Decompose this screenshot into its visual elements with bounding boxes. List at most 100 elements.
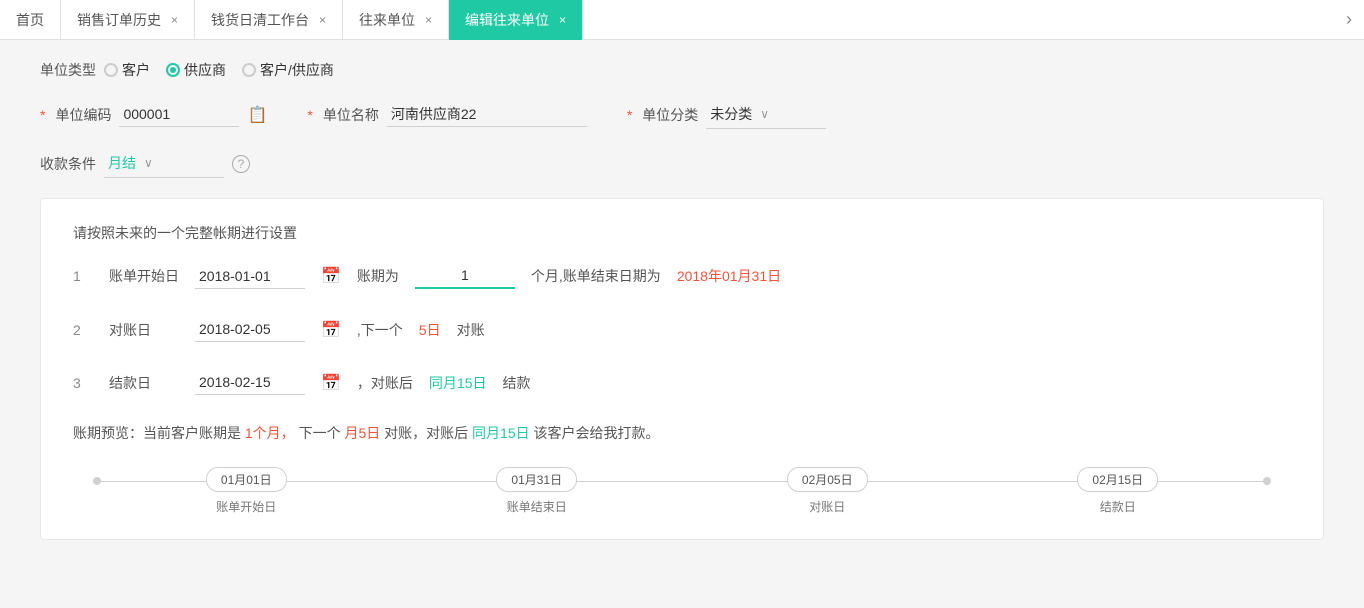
preview-text: 账期预览：当前客户账期是 1个月， 下一个 月5日 对账，对账后 同月15日 该… xyxy=(73,423,1291,443)
tab-sales-history-label: 销售订单历史 xyxy=(77,10,161,30)
tab-partner-units[interactable]: 往来单位 × xyxy=(343,0,449,40)
row2-cal-icon[interactable]: 📅 xyxy=(321,320,341,340)
timeline-node-1-label: 01月01日 xyxy=(206,467,287,492)
tab-edit-partner-label: 编辑往来单位 xyxy=(465,10,549,30)
row1-desc-suffix: 个月,账单结束日期为 xyxy=(531,266,661,286)
row1-cal-icon[interactable]: 📅 xyxy=(321,266,341,286)
row2-desc-prefix: ,下一个 xyxy=(357,320,403,340)
row3-cal-icon[interactable]: 📅 xyxy=(321,373,341,393)
radio-customer-label: 客户 xyxy=(122,60,150,80)
row-reconciliation: 2 对账日 📅 ,下一个 5日 对账 xyxy=(73,317,1291,342)
unit-type-label: 单位类型 xyxy=(40,60,96,80)
payment-terms-arrow: ∨ xyxy=(144,156,153,170)
preview-day-prefix: 下一个 xyxy=(299,425,341,441)
unit-name-group: * 单位名称 xyxy=(307,102,586,127)
row2-highlight: 5日 xyxy=(419,320,441,340)
timeline-node-1-sub: 账单开始日 xyxy=(216,498,276,515)
unit-type-group: 单位类型 客户 供应商 客户/供应商 xyxy=(40,60,334,80)
preview-month: 1个月， xyxy=(245,425,295,441)
tab-home-label: 首页 xyxy=(16,10,44,30)
help-icon[interactable]: ? xyxy=(232,155,250,173)
row2-label: 对账日 xyxy=(109,320,179,340)
payment-terms-select[interactable]: 月结 ∨ xyxy=(104,149,224,178)
unit-type-row: 单位类型 客户 供应商 客户/供应商 xyxy=(40,60,1324,80)
preview-prefix: 账期预览：当前客户账期是 xyxy=(73,425,241,441)
unit-category-select[interactable]: 未分类 ∨ xyxy=(706,100,826,129)
row2-num: 2 xyxy=(73,322,93,338)
row3-desc-prefix: ，对账后 xyxy=(357,373,413,393)
code-name-category-row: * 单位编码 📋 * 单位名称 * 单位分类 未分类 ∨ xyxy=(40,100,1324,129)
row3-highlight: 同月15日 xyxy=(429,373,487,393)
unit-code-label: 单位编码 xyxy=(55,105,111,125)
row1-desc-prefix: 账期为 xyxy=(357,266,399,286)
timeline-node-3: 02月05日 对账日 xyxy=(787,467,868,515)
timeline: 01月01日 账单开始日 01月31日 账单结束日 02月05日 对账日 xyxy=(73,467,1291,515)
unit-code-icon[interactable]: 📋 xyxy=(247,105,267,125)
unit-code-required: * xyxy=(40,107,45,123)
timeline-node-4-sub: 结款日 xyxy=(1100,498,1136,515)
payment-terms-group: 收款条件 月结 ∨ ? xyxy=(40,149,250,178)
unit-code-group: * 单位编码 📋 xyxy=(40,102,267,127)
tab-cash-workbench-label: 钱货日清工作台 xyxy=(211,10,309,30)
radio-supplier[interactable]: 供应商 xyxy=(166,60,226,80)
tab-edit-partner-close[interactable]: × xyxy=(559,13,566,27)
radio-both-label: 客户/供应商 xyxy=(260,60,334,80)
tab-partner-units-label: 往来单位 xyxy=(359,10,415,30)
unit-type-radio-group: 客户 供应商 客户/供应商 xyxy=(104,60,334,80)
tab-edit-partner[interactable]: 编辑往来单位 × xyxy=(449,0,583,40)
tab-cash-workbench-close[interactable]: × xyxy=(319,13,326,27)
row3-num: 3 xyxy=(73,375,93,391)
timeline-node-2: 01月31日 账单结束日 xyxy=(496,467,577,515)
timeline-node-2-sub: 账单结束日 xyxy=(507,498,567,515)
timeline-node-3-sub: 对账日 xyxy=(809,498,845,515)
row-account-start: 1 账单开始日 📅 账期为 个月,账单结束日期为 2018年01月31日 xyxy=(73,263,1291,289)
unit-category-required: * xyxy=(627,107,632,123)
tabs-bar: 首页 销售订单历史 × 钱货日清工作台 × 往来单位 × 编辑往来单位 × › xyxy=(0,0,1364,40)
row1-date-input[interactable] xyxy=(195,264,305,289)
panel-hint: 请按照未来的一个完整帐期进行设置 xyxy=(73,223,1291,243)
tab-partner-units-close[interactable]: × xyxy=(425,13,432,27)
row2-desc-suffix: 对账 xyxy=(457,320,485,340)
tab-home[interactable]: 首页 xyxy=(0,0,61,40)
preview-payment: 同月15日 xyxy=(472,425,530,441)
radio-both[interactable]: 客户/供应商 xyxy=(242,60,334,80)
preview-day: 月5日 xyxy=(344,425,380,441)
period-input[interactable] xyxy=(415,263,515,289)
timeline-node-4-label: 02月15日 xyxy=(1077,467,1158,492)
row-payment: 3 结款日 📅 ，对账后 同月15日 结款 xyxy=(73,370,1291,395)
row1-highlight-date: 2018年01月31日 xyxy=(677,266,781,286)
radio-both-circle xyxy=(242,63,256,77)
radio-supplier-circle xyxy=(166,63,180,77)
timeline-track: 01月01日 账单开始日 01月31日 账单结束日 02月05日 对账日 xyxy=(93,467,1271,515)
tabs-more-button[interactable]: › xyxy=(1334,9,1364,30)
timeline-node-1: 01月01日 账单开始日 xyxy=(206,467,287,515)
unit-code-input[interactable] xyxy=(119,102,239,127)
payment-terms-row: 收款条件 月结 ∨ ? xyxy=(40,149,1324,178)
unit-category-value: 未分类 xyxy=(710,104,752,124)
row3-label: 结款日 xyxy=(109,373,179,393)
row3-date-input[interactable] xyxy=(195,370,305,395)
timeline-end-dot xyxy=(1263,477,1271,485)
row1-label: 账单开始日 xyxy=(109,266,179,286)
unit-category-arrow: ∨ xyxy=(760,107,769,121)
unit-name-label: 单位名称 xyxy=(323,105,379,125)
unit-name-input[interactable] xyxy=(387,102,587,127)
timeline-start-dot xyxy=(93,477,101,485)
row2-date-input[interactable] xyxy=(195,317,305,342)
row3-desc-suffix: 结款 xyxy=(503,373,531,393)
unit-category-label: 单位分类 xyxy=(642,105,698,125)
preview-suffix: 该客户会给我打款。 xyxy=(534,425,660,441)
tab-sales-history-close[interactable]: × xyxy=(171,13,178,27)
timeline-node-2-label: 01月31日 xyxy=(496,467,577,492)
unit-category-group: * 单位分类 未分类 ∨ xyxy=(627,100,826,129)
unit-name-required: * xyxy=(307,107,312,123)
main-content: 单位类型 客户 供应商 客户/供应商 * 单位编码 xyxy=(0,40,1364,608)
tab-cash-workbench[interactable]: 钱货日清工作台 × xyxy=(195,0,343,40)
settings-panel: 请按照未来的一个完整帐期进行设置 1 账单开始日 📅 账期为 个月,账单结束日期… xyxy=(40,198,1324,540)
radio-supplier-label: 供应商 xyxy=(184,60,226,80)
preview-mid: 对账，对账后 xyxy=(384,425,472,441)
tab-sales-history[interactable]: 销售订单历史 × xyxy=(61,0,195,40)
payment-terms-value: 月结 xyxy=(108,153,136,173)
radio-customer[interactable]: 客户 xyxy=(104,60,150,80)
payment-terms-label: 收款条件 xyxy=(40,154,96,174)
